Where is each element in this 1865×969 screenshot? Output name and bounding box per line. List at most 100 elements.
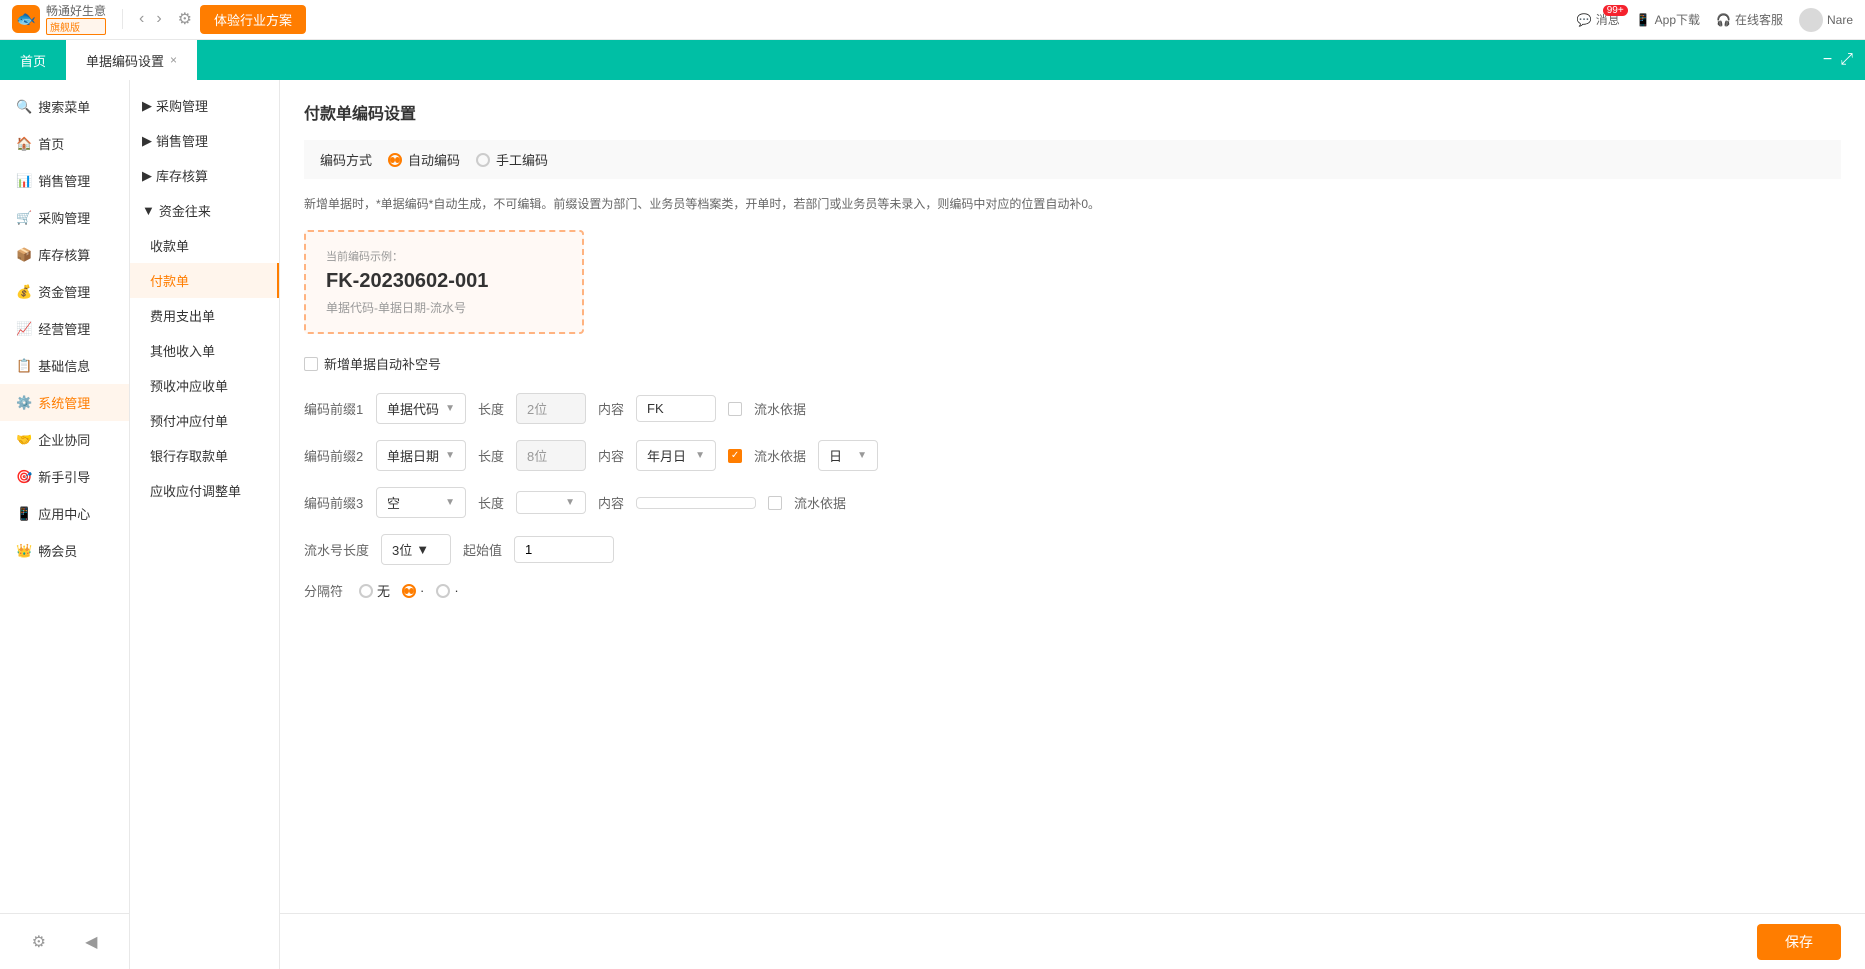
flowing-check-1[interactable]: [728, 402, 742, 416]
sep-dash-radio[interactable]: [436, 584, 450, 598]
settings-icon[interactable]: ⚙: [178, 9, 192, 29]
period-arrow-2: ▼: [857, 450, 867, 461]
sidebar-item-enterprise[interactable]: 🤝 企业协同: [0, 421, 129, 458]
middle-item-bank[interactable]: 银行存取款单: [130, 438, 279, 473]
nav-back-btn[interactable]: ‹: [139, 10, 144, 28]
sidebar-item-inventory[interactable]: 📦 库存核算: [0, 236, 129, 273]
prefix-label-2: 编码前缀2: [304, 446, 364, 465]
sep-dash-option[interactable]: ·: [436, 583, 458, 598]
manual-encoding-label: 手工编码: [496, 150, 548, 169]
encoding-label: 编码方式: [320, 150, 372, 169]
flowing-check-3[interactable]: [768, 496, 782, 510]
brand: 🐟 畅通好生意 旗舰版: [12, 4, 106, 35]
topbar: 🐟 畅通好生意 旗舰版 ‹ › ⚙ 体验行业方案 💬 消息 99+ 📱 App下…: [0, 0, 1865, 40]
beginner-icon: 🎯: [16, 469, 32, 485]
middle-item-prepay-payable[interactable]: 预付冲应付单: [130, 403, 279, 438]
prefix-select-1[interactable]: 单据代码 ▼: [376, 393, 466, 424]
topbar-left: 🐟 畅通好生意 旗舰版 ‹ › ⚙ 体验行业方案: [12, 4, 1569, 35]
length-arrow-3: ▼: [565, 497, 575, 508]
content-value-1: FK: [636, 395, 716, 422]
serial-length-select[interactable]: 3位 ▼: [381, 534, 451, 565]
start-input[interactable]: [514, 536, 614, 563]
sidebar-item-system[interactable]: ⚙️ 系统管理: [0, 384, 129, 421]
sep-dash-label: ·: [454, 583, 458, 598]
middle-item-payment-label: 付款单: [150, 274, 189, 289]
middle-item-other-income[interactable]: 其他收入单: [130, 333, 279, 368]
middle-item-receipt[interactable]: 收款单: [130, 228, 279, 263]
window-maximize-btn[interactable]: ⤢: [1840, 51, 1853, 69]
sidebar-item-finance[interactable]: 💰 资金管理: [0, 273, 129, 310]
avatar: [1799, 8, 1823, 32]
prefix-arrow-3: ▼: [445, 497, 455, 508]
code-preview-sub: 单据代码-单据日期-流水号: [326, 299, 562, 316]
sidebar-item-member[interactable]: 👑 畅会员: [0, 532, 129, 569]
sidebar-item-operations[interactable]: 📈 经营管理: [0, 310, 129, 347]
window-minimize-btn[interactable]: −: [1823, 51, 1832, 69]
tab-encoding[interactable]: 单据编码设置 ×: [66, 40, 197, 80]
app-download-btn[interactable]: 📱 App下载: [1636, 11, 1700, 28]
middle-item-prepay-receivable[interactable]: 预收冲应收单: [130, 368, 279, 403]
middle-item-prepay-receivable-label: 预收冲应收单: [150, 379, 228, 394]
save-button[interactable]: 保存: [1757, 924, 1841, 960]
sidebar-item-search[interactable]: 🔍 搜索菜单: [0, 88, 129, 125]
sidebar-item-basics[interactable]: 📋 基础信息: [0, 347, 129, 384]
message-btn[interactable]: 💬 消息 99+: [1577, 11, 1620, 28]
auto-encoding-option[interactable]: 自动编码: [388, 150, 460, 169]
online-service-icon: 🎧: [1716, 13, 1731, 27]
middle-item-payment[interactable]: 付款单: [130, 263, 279, 298]
sidebar-collapse-btn[interactable]: ◀: [85, 932, 97, 952]
section-inventory[interactable]: ▶ 库存核算: [130, 158, 279, 193]
section-purchase[interactable]: ▶ 采购管理: [130, 88, 279, 123]
config-row-3: 编码前缀3 空 ▼ 长度 ▼ 内容 流水依据: [304, 487, 1841, 518]
auto-fill-checkbox[interactable]: [304, 357, 318, 371]
tab-encoding-close[interactable]: ×: [170, 53, 177, 67]
user-profile[interactable]: Nare: [1799, 8, 1853, 32]
sidebar-item-sales[interactable]: 📊 销售管理: [0, 162, 129, 199]
prefix-arrow-1: ▼: [445, 403, 455, 414]
manual-encoding-radio[interactable]: [476, 153, 490, 167]
trial-button[interactable]: 体验行业方案: [200, 5, 306, 34]
section-inventory-arrow: ▶: [142, 168, 152, 184]
sidebar-item-apps[interactable]: 📱 应用中心: [0, 495, 129, 532]
section-capital[interactable]: ▼ 资金往来: [130, 193, 279, 228]
content-select-2[interactable]: 年月日 ▼: [636, 440, 716, 471]
sidebar-sales-label: 销售管理: [38, 171, 90, 190]
sep-dot-option[interactable]: ·: [402, 583, 424, 598]
online-service-btn[interactable]: 🎧 在线客服: [1716, 11, 1783, 28]
topbar-right: 💬 消息 99+ 📱 App下载 🎧 在线客服 Nare: [1577, 8, 1853, 32]
sidebar-item-purchase[interactable]: 🛒 采购管理: [0, 199, 129, 236]
content-label-1: 内容: [598, 399, 624, 418]
encoding-section: 编码方式 自动编码 手工编码: [304, 140, 1841, 179]
sep-none-label: 无: [377, 581, 390, 600]
sep-none-option[interactable]: 无: [359, 581, 390, 600]
nav-forward-btn[interactable]: ›: [156, 10, 161, 28]
left-sidebar: 🔍 搜索菜单 🏠 首页 📊 销售管理 🛒 采购管理 📦 库存核算 💰 资金管理 …: [0, 80, 130, 969]
apps-icon: 📱: [16, 506, 32, 522]
auto-encoding-radio[interactable]: [388, 153, 402, 167]
sidebar-item-home[interactable]: 🏠 首页: [0, 125, 129, 162]
length-select-3[interactable]: ▼: [516, 491, 586, 514]
prefix-select-3[interactable]: 空 ▼: [376, 487, 466, 518]
period-select-2[interactable]: 日 ▼: [818, 440, 878, 471]
purchase-icon: 🛒: [16, 210, 32, 226]
middle-item-expense[interactable]: 费用支出单: [130, 298, 279, 333]
section-sales[interactable]: ▶ 销售管理: [130, 123, 279, 158]
auto-encoding-label: 自动编码: [408, 150, 460, 169]
sidebar-apps-label: 应用中心: [38, 504, 90, 523]
bottom-bar: 保存: [280, 913, 1865, 969]
tab-home[interactable]: 首页: [0, 40, 66, 80]
manual-encoding-option[interactable]: 手工编码: [476, 150, 548, 169]
flowing-check-2[interactable]: ✓: [728, 449, 742, 463]
prefix-select-2[interactable]: 单据日期 ▼: [376, 440, 466, 471]
member-icon: 👑: [16, 543, 32, 559]
middle-item-other-income-label: 其他收入单: [150, 344, 215, 359]
sidebar-settings-btn[interactable]: ⚙: [32, 932, 46, 952]
sidebar-item-beginner[interactable]: 🎯 新手引导: [0, 458, 129, 495]
finance-icon: 💰: [16, 284, 32, 300]
middle-item-adjustment[interactable]: 应收应付调整单: [130, 473, 279, 508]
separator-row: 分隔符 无 · ·: [304, 581, 1841, 600]
info-text: 新增单据时，*单据编码*自动生成，不可编辑。前缀设置为部门、业务员等档案类，开单…: [304, 195, 1841, 214]
main-layout: 🔍 搜索菜单 🏠 首页 📊 销售管理 🛒 采购管理 📦 库存核算 💰 资金管理 …: [0, 80, 1865, 969]
sep-none-radio[interactable]: [359, 584, 373, 598]
sep-dot-radio[interactable]: [402, 584, 416, 598]
